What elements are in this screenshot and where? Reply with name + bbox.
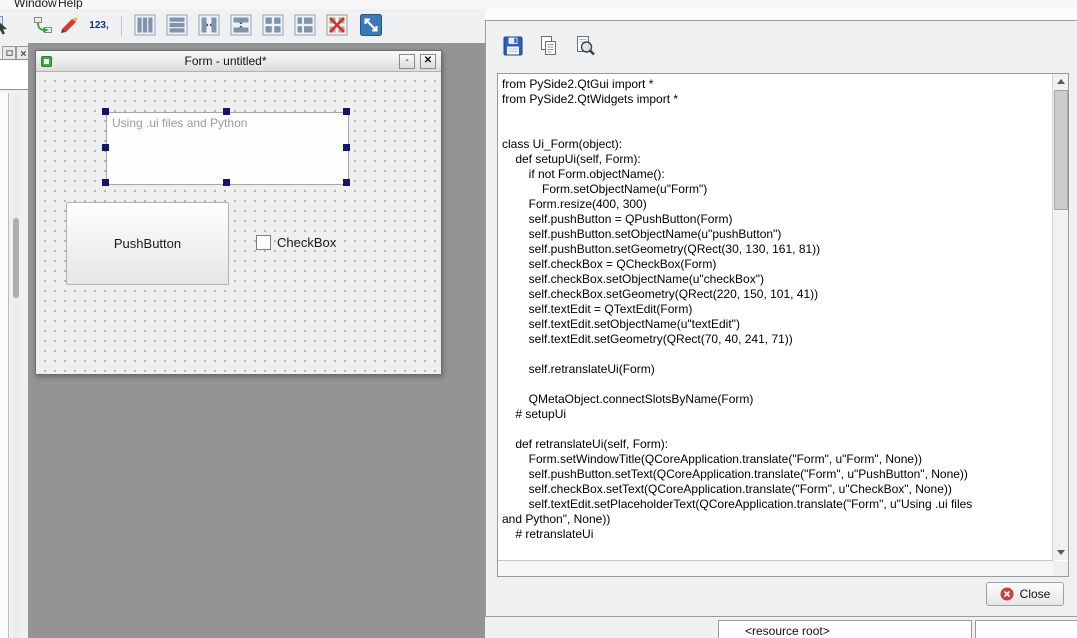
- dock-close-icon: [19, 49, 28, 58]
- dock-float-button[interactable]: [2, 46, 16, 60]
- textedit-placeholder: Using .ui files and Python: [112, 116, 247, 130]
- checkbox-widget[interactable]: CheckBox: [256, 222, 357, 263]
- save-button[interactable]: [500, 33, 526, 59]
- selection-handle-top-left[interactable]: [102, 108, 109, 115]
- edit-widgets-icon: [0, 14, 11, 36]
- edit-signals-slots-icon: [32, 14, 54, 36]
- mdi-area: Form - untitled* - ✕ Using .ui files and…: [28, 43, 485, 638]
- toolbar-separator: [121, 16, 122, 36]
- edit-tab-order-button[interactable]: 123,: [84, 12, 114, 38]
- dock-float-icon: [5, 49, 14, 58]
- textedit-widget[interactable]: Using .ui files and Python: [106, 112, 349, 185]
- menubar: Window Help: [0, 0, 1077, 9]
- resource-root-row[interactable]: <resource root>: [718, 620, 972, 638]
- main-toolbar: 123,: [0, 9, 485, 43]
- code-preview-toolbar: [500, 33, 598, 63]
- layout-grid-icon: [262, 14, 284, 36]
- close-icon: [1000, 587, 1014, 601]
- menu-window[interactable]: Window: [14, 0, 57, 9]
- selection-handle-mid-right[interactable]: [343, 144, 350, 151]
- checkbox-label: CheckBox: [277, 235, 336, 250]
- close-button-label: Close: [1020, 587, 1051, 601]
- edit-signals-slots-button[interactable]: [30, 12, 56, 38]
- layout-grid-button[interactable]: [260, 12, 286, 38]
- horizontal-scrollbar[interactable]: [498, 560, 1053, 576]
- layout-horizontal-icon: [134, 14, 156, 36]
- pushbutton-label: PushButton: [114, 236, 181, 251]
- layout-horizontal-splitter-icon: [198, 14, 220, 36]
- dock-panel-edge: [0, 93, 9, 638]
- qt-designer-screen: Window Help 123,: [0, 0, 1077, 638]
- selection-handle-top-center[interactable]: [223, 108, 230, 115]
- layout-vertical-splitter-icon: [230, 14, 252, 36]
- scrollbar-corner: [1053, 561, 1068, 576]
- code-preview-dialog: from PySide2.QtGui import * from PySide2…: [485, 20, 1077, 617]
- layout-horizontal-splitter-button[interactable]: [196, 12, 222, 38]
- copy-button[interactable]: [536, 33, 562, 59]
- selection-handle-mid-left[interactable]: [102, 144, 109, 151]
- break-layout-icon: [326, 14, 348, 36]
- form-window-controls: - ✕: [399, 54, 436, 69]
- dock-scrollbar-track[interactable]: [13, 93, 19, 638]
- save-icon: [502, 35, 524, 57]
- layout-form-button[interactable]: [292, 12, 318, 38]
- selection-handle-bottom-center[interactable]: [223, 179, 230, 186]
- code-text-area[interactable]: from PySide2.QtGui import * from PySide2…: [497, 73, 1069, 577]
- form-designer-window: Form - untitled* - ✕ Using .ui files and…: [35, 50, 442, 375]
- vertical-scrollbar-thumb[interactable]: [1054, 90, 1068, 210]
- vertical-scrollbar[interactable]: [1052, 74, 1068, 560]
- break-layout-button[interactable]: [324, 12, 350, 38]
- layout-horizontal-button[interactable]: [132, 12, 158, 38]
- form-window-titlebar[interactable]: Form - untitled* - ✕: [36, 51, 441, 72]
- dock-filter-field-fragment[interactable]: [0, 59, 29, 90]
- dock-scrollbar-thumb[interactable]: [13, 218, 19, 298]
- scroll-up-arrow[interactable]: [1053, 74, 1068, 89]
- adjust-size-button[interactable]: [358, 12, 384, 38]
- selection-handle-bottom-left[interactable]: [102, 179, 109, 186]
- resource-side-panel: [975, 620, 1077, 638]
- pushbutton-widget[interactable]: PushButton: [66, 202, 229, 285]
- form-minimize-button[interactable]: -: [399, 54, 415, 69]
- find-button[interactable]: [572, 33, 598, 59]
- form-canvas[interactable]: Using .ui files and Python PushButton Ch…: [36, 72, 439, 373]
- edit-tab-order-icon: 123,: [89, 20, 108, 31]
- layout-vertical-icon: [166, 14, 188, 36]
- copy-icon: [538, 35, 560, 57]
- edit-widgets-button[interactable]: [0, 12, 13, 38]
- selection-handle-bottom-right[interactable]: [343, 179, 350, 186]
- resource-root-label: <resource root>: [745, 624, 830, 638]
- selection-handle-top-right[interactable]: [343, 108, 350, 115]
- layout-form-icon: [294, 14, 316, 36]
- code-text: from PySide2.QtGui import * from PySide2…: [502, 77, 1051, 558]
- edit-buddies-icon: [59, 14, 81, 36]
- menu-help[interactable]: Help: [58, 0, 83, 9]
- find-icon: [574, 35, 596, 57]
- scroll-down-arrow[interactable]: [1053, 545, 1068, 560]
- checkbox-indicator[interactable]: [256, 235, 271, 250]
- form-window-icon: [41, 56, 52, 67]
- close-button[interactable]: Close: [986, 582, 1064, 606]
- form-window-title: Form - untitled*: [52, 54, 399, 68]
- form-close-button[interactable]: ✕: [420, 54, 436, 69]
- edit-buddies-button[interactable]: [57, 12, 83, 38]
- layout-vertical-button[interactable]: [164, 12, 190, 38]
- adjust-size-icon: [360, 14, 382, 36]
- layout-vertical-splitter-button[interactable]: [228, 12, 254, 38]
